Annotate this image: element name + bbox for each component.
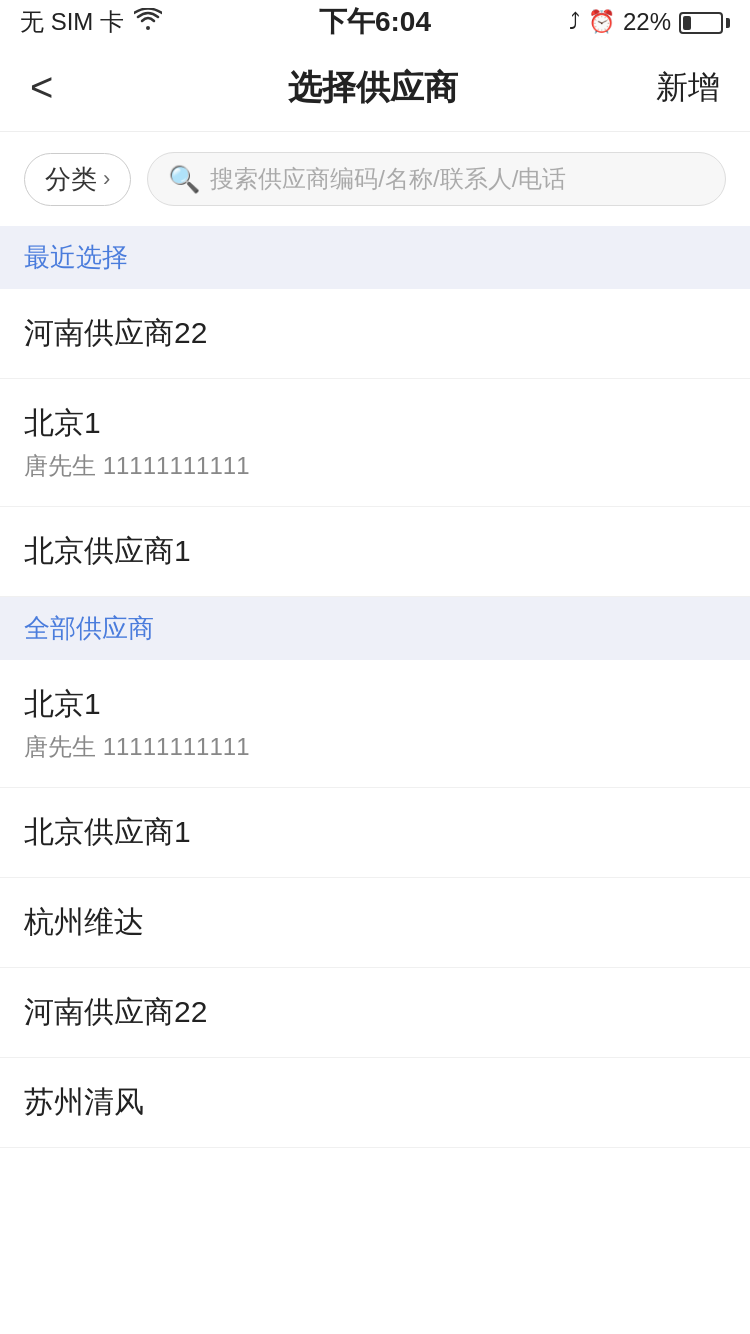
page-title: 选择供应商 (288, 65, 458, 111)
item-name: 北京1 (24, 403, 726, 444)
supplier-list: 最近选择河南供应商22 北京1 唐先生 11111111111 北京供应商1 全部供应商… (0, 226, 750, 1148)
item-name: 河南供应商22 (24, 992, 726, 1033)
alarm-icon: ⏰ (588, 9, 615, 35)
search-box[interactable]: 🔍 搜索供应商编码/名称/联系人/电话 (147, 152, 726, 206)
status-right: ⤴ ⏰ 22% (569, 8, 730, 36)
battery-icon (679, 8, 730, 36)
add-button[interactable]: 新增 (656, 66, 720, 110)
list-item[interactable]: 北京1 唐先生 11111111111 (0, 660, 750, 788)
no-sim-text: 无 SIM 卡 (20, 6, 124, 38)
nav-bar: < 选择供应商 新增 (0, 44, 750, 132)
category-label: 分类 (45, 162, 97, 197)
item-name: 北京1 (24, 684, 726, 725)
status-left: 无 SIM 卡 (20, 6, 162, 38)
item-subtitle: 唐先生 11111111111 (24, 450, 726, 482)
status-time: 下午6:04 (319, 3, 431, 41)
item-name: 苏州清风 (24, 1082, 726, 1123)
chevron-right-icon: › (103, 166, 110, 192)
search-placeholder: 搜索供应商编码/名称/联系人/电话 (210, 163, 566, 195)
list-item[interactable]: 河南供应商22 (0, 289, 750, 379)
battery-percent: 22% (623, 8, 671, 36)
list-item[interactable]: 杭州维达 (0, 878, 750, 968)
search-icon: 🔍 (168, 164, 200, 195)
section-header-all: 全部供应商 (0, 597, 750, 660)
item-subtitle: 唐先生 11111111111 (24, 731, 726, 763)
list-item[interactable]: 苏州清风 (0, 1058, 750, 1148)
back-button[interactable]: < (30, 65, 90, 110)
list-item[interactable]: 北京供应商1 (0, 788, 750, 878)
location-icon: ⤴ (569, 9, 580, 35)
list-item[interactable]: 北京1 唐先生 11111111111 (0, 379, 750, 507)
section-header-recent: 最近选择 (0, 226, 750, 289)
list-item[interactable]: 河南供应商22 (0, 968, 750, 1058)
item-name: 北京供应商1 (24, 531, 726, 572)
item-name: 杭州维达 (24, 902, 726, 943)
category-filter[interactable]: 分类 › (24, 153, 131, 206)
wifi-icon (134, 8, 162, 36)
status-bar: 无 SIM 卡 下午6:04 ⤴ ⏰ 22% (0, 0, 750, 44)
item-name: 北京供应商1 (24, 812, 726, 853)
item-name: 河南供应商22 (24, 313, 726, 354)
filter-bar: 分类 › 🔍 搜索供应商编码/名称/联系人/电话 (0, 132, 750, 226)
list-item[interactable]: 北京供应商1 (0, 507, 750, 597)
